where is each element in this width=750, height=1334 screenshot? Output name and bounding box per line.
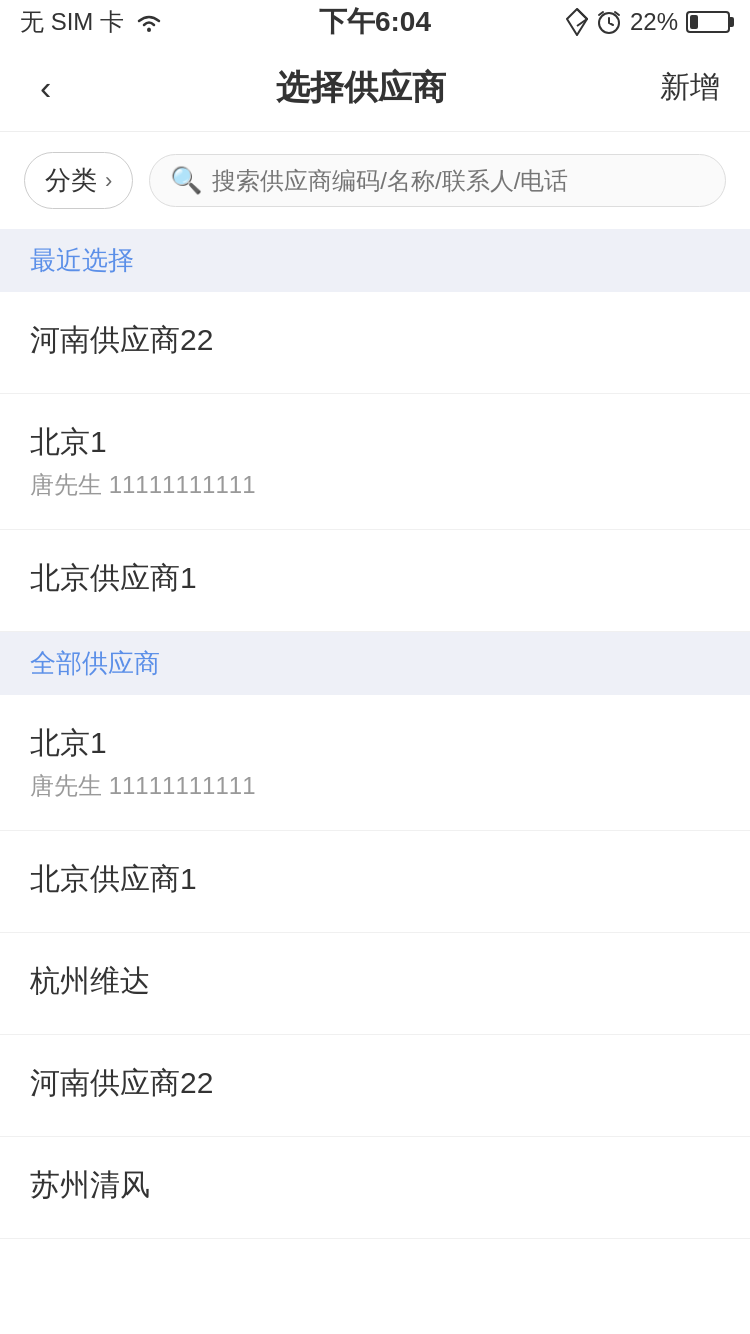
location-icon — [566, 8, 588, 36]
list-item-a5[interactable]: 苏州清风 — [0, 1137, 750, 1239]
list-item-a1[interactable]: 北京1 唐先生 11111111111 — [0, 695, 750, 831]
section-header-all: 全部供应商 — [0, 632, 750, 695]
item-name-a1: 北京1 — [30, 723, 720, 764]
status-time: 下午6:04 — [319, 3, 431, 41]
status-left: 无 SIM 卡 — [20, 6, 164, 38]
item-detail-a1: 唐先生 11111111111 — [30, 770, 720, 802]
section-header-text-all: 全部供应商 — [30, 648, 160, 678]
list-item-r1[interactable]: 河南供应商22 — [0, 292, 750, 394]
page-title: 选择供应商 — [276, 65, 446, 111]
list-item-r2[interactable]: 北京1 唐先生 11111111111 — [0, 394, 750, 530]
search-input[interactable] — [212, 167, 705, 195]
category-label: 分类 — [45, 163, 97, 198]
list-item-r3[interactable]: 北京供应商1 — [0, 530, 750, 632]
status-right: 22% — [566, 8, 730, 36]
category-button[interactable]: 分类 › — [24, 152, 133, 209]
battery-percent: 22% — [630, 8, 678, 36]
nav-bar: ‹ 选择供应商 新增 — [0, 44, 750, 132]
item-name-r3: 北京供应商1 — [30, 558, 720, 599]
search-box[interactable]: 🔍 — [149, 154, 726, 207]
sim-label: 无 SIM 卡 — [20, 6, 124, 38]
alarm-icon — [596, 9, 622, 35]
list-item-a2[interactable]: 北京供应商1 — [0, 831, 750, 933]
battery-icon — [686, 11, 730, 33]
item-name-r2: 北京1 — [30, 422, 720, 463]
sections-container: 最近选择河南供应商22 北京1 唐先生 11111111111 北京供应商1 全部供应商… — [0, 229, 750, 1239]
battery-fill — [690, 15, 698, 29]
item-name-a2: 北京供应商1 — [30, 859, 720, 900]
item-detail-r2: 唐先生 11111111111 — [30, 469, 720, 501]
status-bar: 无 SIM 卡 下午6:04 22% — [0, 0, 750, 44]
item-name-a4: 河南供应商22 — [30, 1063, 720, 1104]
item-name-a5: 苏州清风 — [30, 1165, 720, 1206]
section-header-text-recent: 最近选择 — [30, 245, 134, 275]
back-button[interactable]: ‹ — [30, 58, 61, 117]
wifi-icon — [134, 11, 164, 33]
svg-point-0 — [147, 28, 151, 32]
list-item-a3[interactable]: 杭州维达 — [0, 933, 750, 1035]
section-header-recent: 最近选择 — [0, 229, 750, 292]
search-icon: 🔍 — [170, 165, 202, 196]
item-name-r1: 河南供应商22 — [30, 320, 720, 361]
filter-bar: 分类 › 🔍 — [0, 132, 750, 229]
new-action-button[interactable]: 新增 — [660, 67, 720, 108]
chevron-right-icon: › — [105, 168, 112, 194]
item-name-a3: 杭州维达 — [30, 961, 720, 1002]
list-item-a4[interactable]: 河南供应商22 — [0, 1035, 750, 1137]
